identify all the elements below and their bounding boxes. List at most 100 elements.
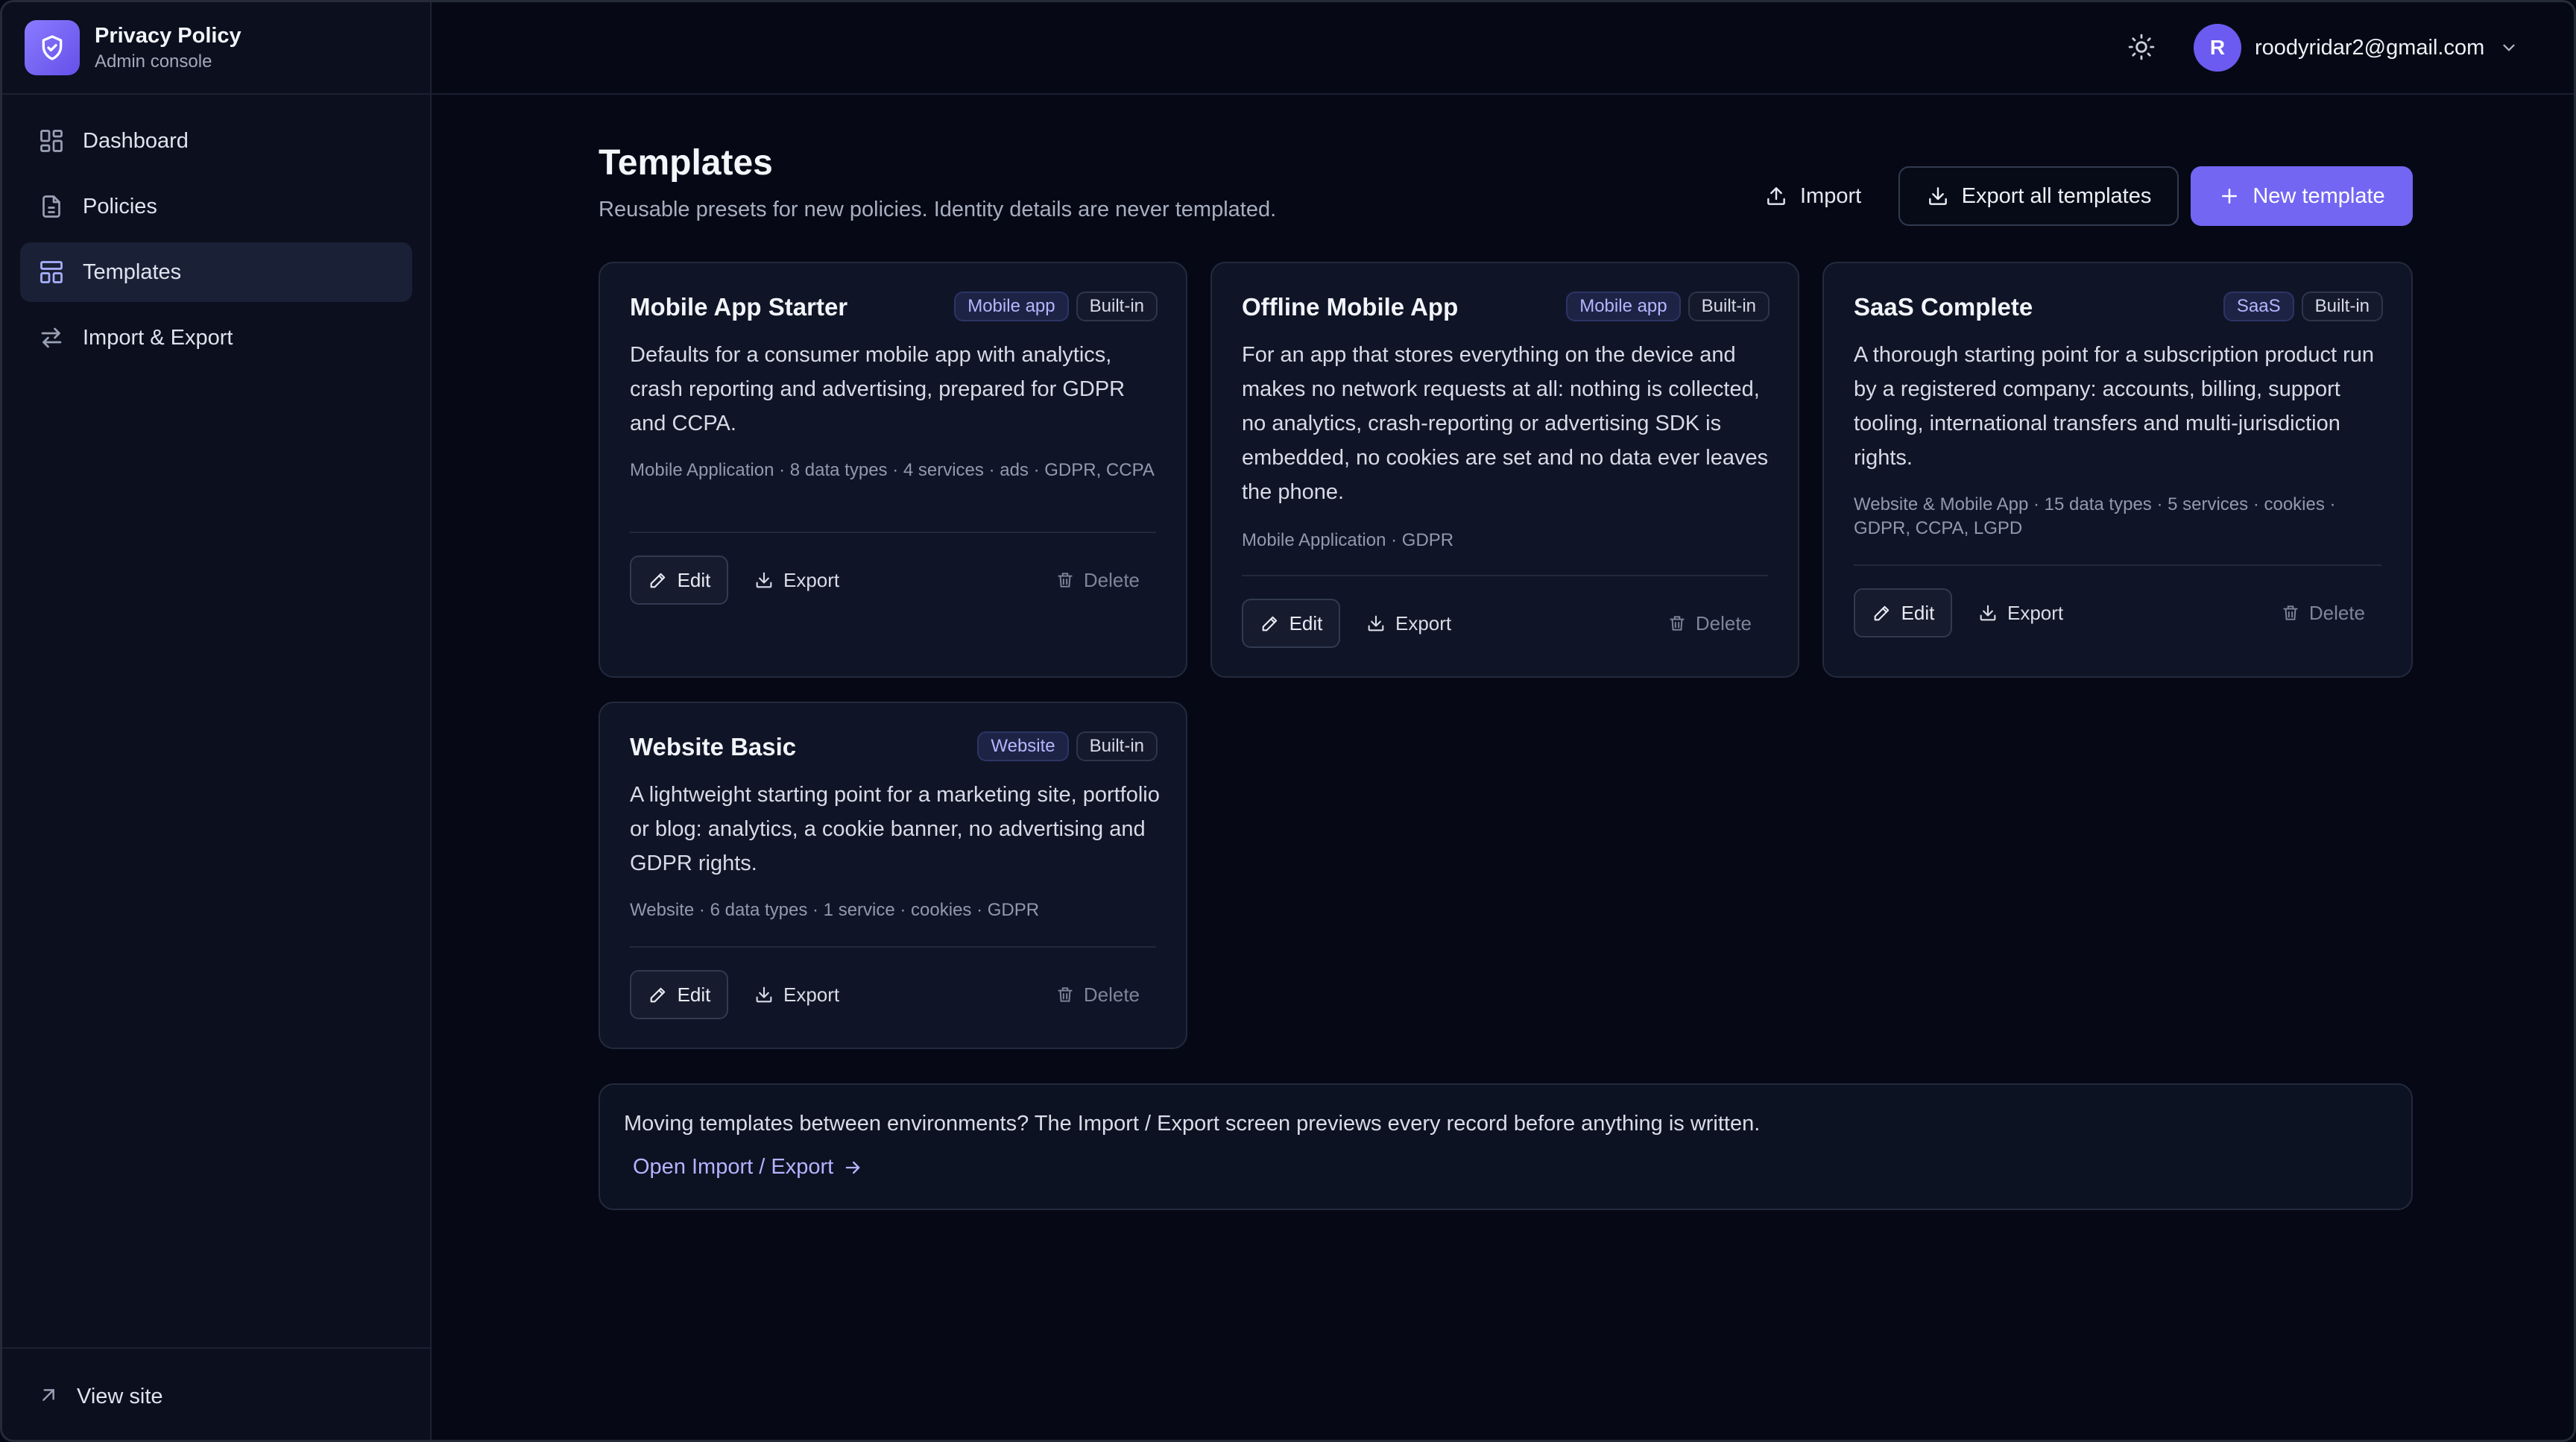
import-button[interactable]: Import xyxy=(1746,168,1879,224)
new-template-button[interactable]: New template xyxy=(2191,166,2413,226)
upload-icon xyxy=(1764,184,1788,208)
brand-title: Privacy Policy xyxy=(95,24,242,48)
sidebar-item-policies[interactable]: Policies xyxy=(20,177,412,236)
template-description: For an app that stores everything on the… xyxy=(1242,343,1769,504)
delete-button[interactable]: Delete xyxy=(1055,970,1140,1019)
divider xyxy=(2,93,432,95)
template-card: Mobile App Starter Mobile app Built-in D… xyxy=(599,262,1187,678)
badge-group: Website Built-in xyxy=(970,731,1158,761)
delete-label: Delete xyxy=(1695,611,1752,635)
template-title: Offline Mobile App xyxy=(1242,293,1459,321)
sidebar: Privacy Policy Admin console Dashboard P… xyxy=(2,2,432,1440)
plus-icon xyxy=(2218,185,2241,207)
user-menu[interactable]: R roodyridar2@gmail.com xyxy=(2194,22,2519,74)
download-icon xyxy=(754,570,774,591)
delete-button[interactable]: Delete xyxy=(1055,555,1140,605)
edit-button[interactable]: Edit xyxy=(1242,599,1340,648)
pencil-icon xyxy=(1872,602,1892,623)
app-window: Privacy Policy Admin console Dashboard P… xyxy=(0,0,2576,1442)
trash-icon xyxy=(1055,985,1075,1004)
export-button[interactable]: Export xyxy=(754,555,839,605)
builtin-badge: Built-in xyxy=(1688,292,1770,321)
trash-icon xyxy=(1055,570,1075,590)
divider xyxy=(1242,575,1768,576)
badge-group: Mobile app Built-in xyxy=(947,292,1158,321)
template-description: A lightweight starting point for a marke… xyxy=(630,783,1160,875)
edit-label: Edit xyxy=(1289,611,1323,635)
delete-button[interactable]: Delete xyxy=(1667,599,1752,648)
divider xyxy=(630,532,1156,533)
badge-group: Mobile app Built-in xyxy=(1559,292,1770,321)
sidebar-item-import-export[interactable]: Import & Export xyxy=(20,308,412,368)
import-label: Import xyxy=(1800,183,1862,208)
view-site-link[interactable]: View site xyxy=(37,1367,163,1426)
export-all-templates-button[interactable]: Export all templates xyxy=(1898,166,2179,226)
edit-button[interactable]: Edit xyxy=(1854,588,1952,637)
arrows-swap-icon xyxy=(37,323,66,353)
document-icon xyxy=(37,192,66,221)
trash-icon xyxy=(1667,614,1687,633)
template-meta: Website · 6 data types · 1 service · coo… xyxy=(630,900,1040,920)
export-label: Export xyxy=(783,983,840,1006)
export-button[interactable]: Export xyxy=(1977,588,2063,637)
open-import-export-link[interactable]: Open Import / Export xyxy=(633,1155,863,1180)
template-title: Mobile App Starter xyxy=(630,293,848,321)
badge-group: SaaS Built-in xyxy=(2216,292,2383,321)
template-meta: Website & Mobile App · 15 data types · 5… xyxy=(1854,494,2336,538)
export-label: Export xyxy=(1395,611,1452,635)
hint-text: Moving templates between environments? T… xyxy=(624,1112,1761,1136)
edit-button[interactable]: Edit xyxy=(630,970,728,1019)
template-description: A thorough starting point for a subscrip… xyxy=(1854,343,2375,470)
edit-label: Edit xyxy=(677,983,711,1006)
pencil-icon xyxy=(648,570,669,591)
category-badge: SaaS xyxy=(2223,292,2294,321)
templates-icon xyxy=(37,257,66,287)
edit-button[interactable]: Edit xyxy=(630,555,728,605)
pencil-icon xyxy=(648,984,669,1005)
brand: Privacy Policy Admin console xyxy=(25,20,242,75)
delete-label: Delete xyxy=(2308,601,2365,624)
edit-label: Edit xyxy=(1901,601,1935,624)
download-icon xyxy=(1926,184,1950,208)
download-icon xyxy=(1977,602,1998,623)
sidebar-nav: Dashboard Policies Templates Import & Ex… xyxy=(20,111,412,374)
template-card: Offline Mobile App Mobile app Built-in F… xyxy=(1210,262,1799,678)
shield-check-icon xyxy=(25,20,80,75)
delete-label: Delete xyxy=(1083,568,1140,591)
import-export-hint: Moving templates between environments? T… xyxy=(599,1083,2413,1210)
export-button[interactable]: Export xyxy=(1366,599,1451,648)
template-meta: Mobile Application · 8 data types · 4 se… xyxy=(630,460,1155,480)
topbar: R roodyridar2@gmail.com xyxy=(432,2,2574,95)
theme-toggle-button[interactable] xyxy=(2122,29,2161,68)
arrow-up-right-icon xyxy=(37,1383,60,1411)
template-title: Website Basic xyxy=(630,733,797,761)
delete-button[interactable]: Delete xyxy=(2281,588,2365,637)
page-subtitle: Reusable presets for new policies. Ident… xyxy=(599,198,1277,221)
template-description: Defaults for a consumer mobile app with … xyxy=(630,343,1126,435)
chevron-down-icon xyxy=(2499,38,2519,57)
template-title: SaaS Complete xyxy=(1854,293,2033,321)
edit-label: Edit xyxy=(677,568,711,591)
category-badge: Mobile app xyxy=(1566,292,1681,321)
arrow-right-icon xyxy=(842,1157,863,1178)
sun-icon xyxy=(2127,33,2156,65)
brand-subtitle: Admin console xyxy=(95,51,212,72)
sidebar-item-label: Import & Export xyxy=(83,325,233,350)
sidebar-item-label: Policies xyxy=(83,194,157,218)
export-all-label: Export all templates xyxy=(1961,183,2152,208)
link-label: Open Import / Export xyxy=(633,1155,834,1179)
divider xyxy=(630,946,1156,948)
sidebar-item-label: Dashboard xyxy=(83,128,189,153)
download-icon xyxy=(754,984,774,1005)
export-button[interactable]: Export xyxy=(754,970,839,1019)
pencil-icon xyxy=(1260,613,1281,634)
view-site-label: View site xyxy=(77,1384,163,1408)
sidebar-item-dashboard[interactable]: Dashboard xyxy=(20,111,412,171)
export-label: Export xyxy=(783,568,840,591)
sidebar-item-templates[interactable]: Templates xyxy=(20,242,412,302)
trash-icon xyxy=(2281,603,2300,623)
category-badge: Website xyxy=(977,731,1069,761)
category-badge: Mobile app xyxy=(954,292,1069,321)
user-email: roodyridar2@gmail.com xyxy=(2255,35,2485,60)
divider xyxy=(2,1347,432,1349)
